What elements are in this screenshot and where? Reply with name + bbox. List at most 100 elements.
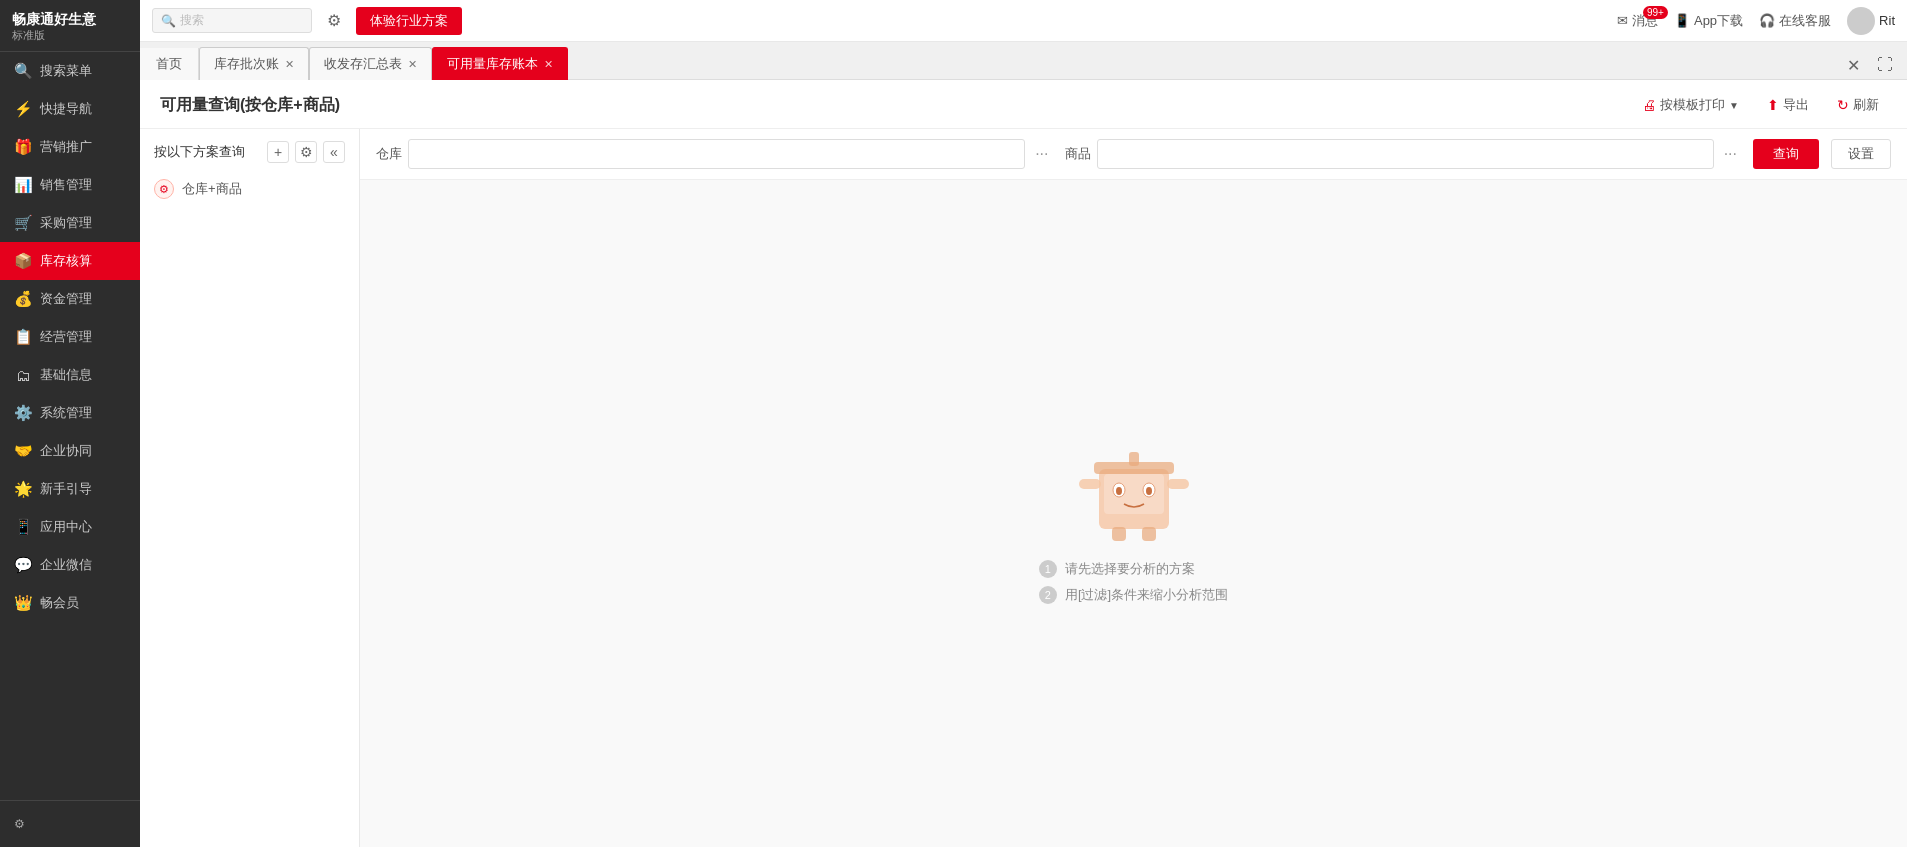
topbar-search-box[interactable]: 🔍 搜索 [152, 8, 312, 33]
sidebar-item-operation[interactable]: 📋经营管理 [0, 318, 140, 356]
goods-field: 商品 ··· [1065, 139, 1742, 169]
online-service-btn[interactable]: 🎧 在线客服 [1759, 12, 1831, 30]
export-icon: ⬆ [1767, 97, 1779, 113]
marketing-icon: 🎁 [14, 138, 32, 156]
svg-rect-9 [1167, 479, 1189, 489]
sidebar-item-wechat[interactable]: 💬企业微信 [0, 546, 140, 584]
base-icon: 🗂 [14, 367, 32, 384]
sidebar-item-label-inventory: 库存核算 [40, 252, 92, 270]
filter-collapse-btn[interactable]: « [323, 141, 345, 163]
empty-svg [1074, 424, 1194, 544]
sidebar-item-newbie[interactable]: 🌟新手引导 [0, 470, 140, 508]
goods-more-btn[interactable]: ··· [1720, 145, 1741, 163]
filter-settings-btn[interactable]: ⚙ [295, 141, 317, 163]
logo-sub: 标准版 [12, 28, 128, 43]
sidebar-item-label-appstore: 应用中心 [40, 518, 92, 536]
message-btn[interactable]: ✉ 消息 99+ [1617, 12, 1658, 30]
tab-inventory-batch-close[interactable]: ✕ [285, 58, 294, 71]
sidebar-item-member[interactable]: 👑畅会员 [0, 584, 140, 622]
tab-collect-account-label: 收发存汇总表 [324, 55, 402, 73]
industry-solution-btn[interactable]: 体验行业方案 [356, 7, 462, 35]
logo-title: 畅康通好生意 [12, 10, 128, 28]
enterprise-icon: 🤝 [14, 442, 32, 460]
sidebar-item-search[interactable]: 🔍搜索菜单 [0, 52, 140, 90]
filter-panel: 按以下方案查询 + ⚙ « ⚙ 仓库+商品 [140, 129, 360, 847]
tab-close-btn[interactable]: ✕ [1839, 51, 1867, 79]
sidebar-item-appstore[interactable]: 📱应用中心 [0, 508, 140, 546]
user-avatar-btn[interactable]: Rit [1847, 7, 1895, 35]
hint-text-1: 请先选择要分析的方案 [1065, 560, 1195, 578]
sidebar-item-base[interactable]: 🗂 基础信息 [0, 356, 140, 394]
warehouse-input[interactable] [408, 139, 1025, 169]
sidebar-item-quick-nav[interactable]: ⚡快捷导航 [0, 90, 140, 128]
sidebar-item-sales[interactable]: 📊 销售管理 [0, 166, 140, 204]
search-icon: 🔍 [161, 14, 176, 28]
filter-item-icon: ⚙ [154, 179, 174, 199]
sidebar-item-label-search: 搜索菜单 [40, 62, 92, 80]
collapse-icon: « [330, 144, 338, 160]
tab-home[interactable]: 首页 [140, 48, 199, 80]
warehouse-more-btn[interactable]: ··· [1031, 145, 1052, 163]
sidebar-item-finance[interactable]: 💰资金管理 [0, 280, 140, 318]
query-submit-btn[interactable]: 查询 [1753, 139, 1819, 169]
sidebar-item-label-marketing: 营销推广 [40, 138, 92, 156]
filter-header-title: 按以下方案查询 [154, 143, 245, 161]
refresh-btn[interactable]: ↻ 刷新 [1829, 92, 1887, 118]
print-icon: 🖨 [1642, 97, 1656, 113]
sidebar: 畅康通好生意 标准版 🔍搜索菜单⚡快捷导航 🎁 营销推广 📊 销售管理 🛒采购管理📦库存核… [0, 0, 140, 847]
app-download-btn[interactable]: 📱 App下载 [1674, 12, 1743, 30]
empty-hint-1: 1 请先选择要分析的方案 [1039, 560, 1228, 578]
hint-num-1: 1 [1039, 560, 1057, 578]
page-title: 可用量查询(按仓库+商品) [160, 95, 340, 116]
svg-rect-7 [1129, 452, 1139, 466]
tab-available-ledger[interactable]: 可用量库存账本 ✕ [432, 47, 568, 80]
online-service-label: 在线客服 [1779, 12, 1831, 30]
hint-num-2: 2 [1039, 586, 1057, 604]
sidebar-item-label-member: 畅会员 [40, 594, 79, 612]
filter-item-label: 仓库+商品 [182, 180, 242, 198]
sidebar-item-label-system: 系统管理 [40, 404, 92, 422]
sidebar-item-inventory[interactable]: 📦库存核算 [0, 242, 140, 280]
tab-expand-btn[interactable]: ⛶ [1871, 51, 1899, 79]
warehouse-label: 仓库 [376, 145, 402, 163]
filter-add-btn[interactable]: + [267, 141, 289, 163]
tab-inventory-batch[interactable]: 库存批次账 ✕ [199, 47, 309, 80]
settings-icon: ⚙ [14, 817, 25, 831]
refresh-label: 刷新 [1853, 96, 1879, 114]
filter-item-warehouse-goods[interactable]: ⚙ 仓库+商品 [140, 171, 359, 207]
main-area: 🔍 搜索 ⚙ 体验行业方案 ✉ 消息 99+ 📱 App下载 🎧 在线客服 Ri… [140, 0, 1907, 847]
tab-collect-account-close[interactable]: ✕ [408, 58, 417, 71]
tab-collect-account[interactable]: 收发存汇总表 ✕ [309, 47, 432, 80]
sidebar-bottom-settings[interactable]: ⚙ [0, 809, 140, 839]
system-icon: ⚙️ [14, 404, 32, 422]
tab-available-ledger-close[interactable]: ✕ [544, 58, 553, 71]
topbar-gear-btn[interactable]: ⚙ [320, 7, 348, 35]
sidebar-item-label-enterprise: 企业协同 [40, 442, 92, 460]
query-settings-btn[interactable]: 设置 [1831, 139, 1891, 169]
tab-inventory-batch-label: 库存批次账 [214, 55, 279, 73]
tabbar: 首页 库存批次账 ✕ 收发存汇总表 ✕ 可用量库存账本 ✕ ✕ ⛶ [140, 42, 1907, 80]
svg-rect-11 [1142, 527, 1156, 541]
add-icon: + [274, 144, 282, 160]
sidebar-item-marketing[interactable]: 🎁 营销推广 [0, 128, 140, 166]
search-placeholder-text: 搜索 [180, 12, 204, 29]
print-dropdown-icon: ▼ [1729, 100, 1739, 111]
export-btn[interactable]: ⬆ 导出 [1759, 92, 1817, 118]
svg-point-4 [1116, 487, 1122, 495]
sidebar-menu: 🔍搜索菜单⚡快捷导航 🎁 营销推广 📊 销售管理 🛒采购管理📦库存核算💰资金管理📋经营管理… [0, 52, 140, 800]
sidebar-item-label-sales: 销售管理 [40, 176, 92, 194]
sidebar-item-label-base: 基础信息 [40, 366, 92, 384]
sidebar-item-label-wechat: 企业微信 [40, 556, 92, 574]
headset-icon: 🎧 [1759, 13, 1775, 28]
sidebar-item-label-operation: 经营管理 [40, 328, 92, 346]
sales-icon: 📊 [14, 176, 32, 194]
print-btn[interactable]: 🖨 按模板打印 ▼ [1634, 92, 1747, 118]
goods-label: 商品 [1065, 145, 1091, 163]
sidebar-item-purchase[interactable]: 🛒采购管理 [0, 204, 140, 242]
goods-input[interactable] [1097, 139, 1714, 169]
sidebar-item-label-finance: 资金管理 [40, 290, 92, 308]
main-content: 仓库 ··· 商品 ··· 查询 设置 [360, 129, 1907, 847]
sidebar-item-system[interactable]: ⚙️ 系统管理 [0, 394, 140, 432]
hint-text-2: 用[过滤]条件来缩小分析范围 [1065, 586, 1228, 604]
sidebar-item-enterprise[interactable]: 🤝 企业协同 [0, 432, 140, 470]
